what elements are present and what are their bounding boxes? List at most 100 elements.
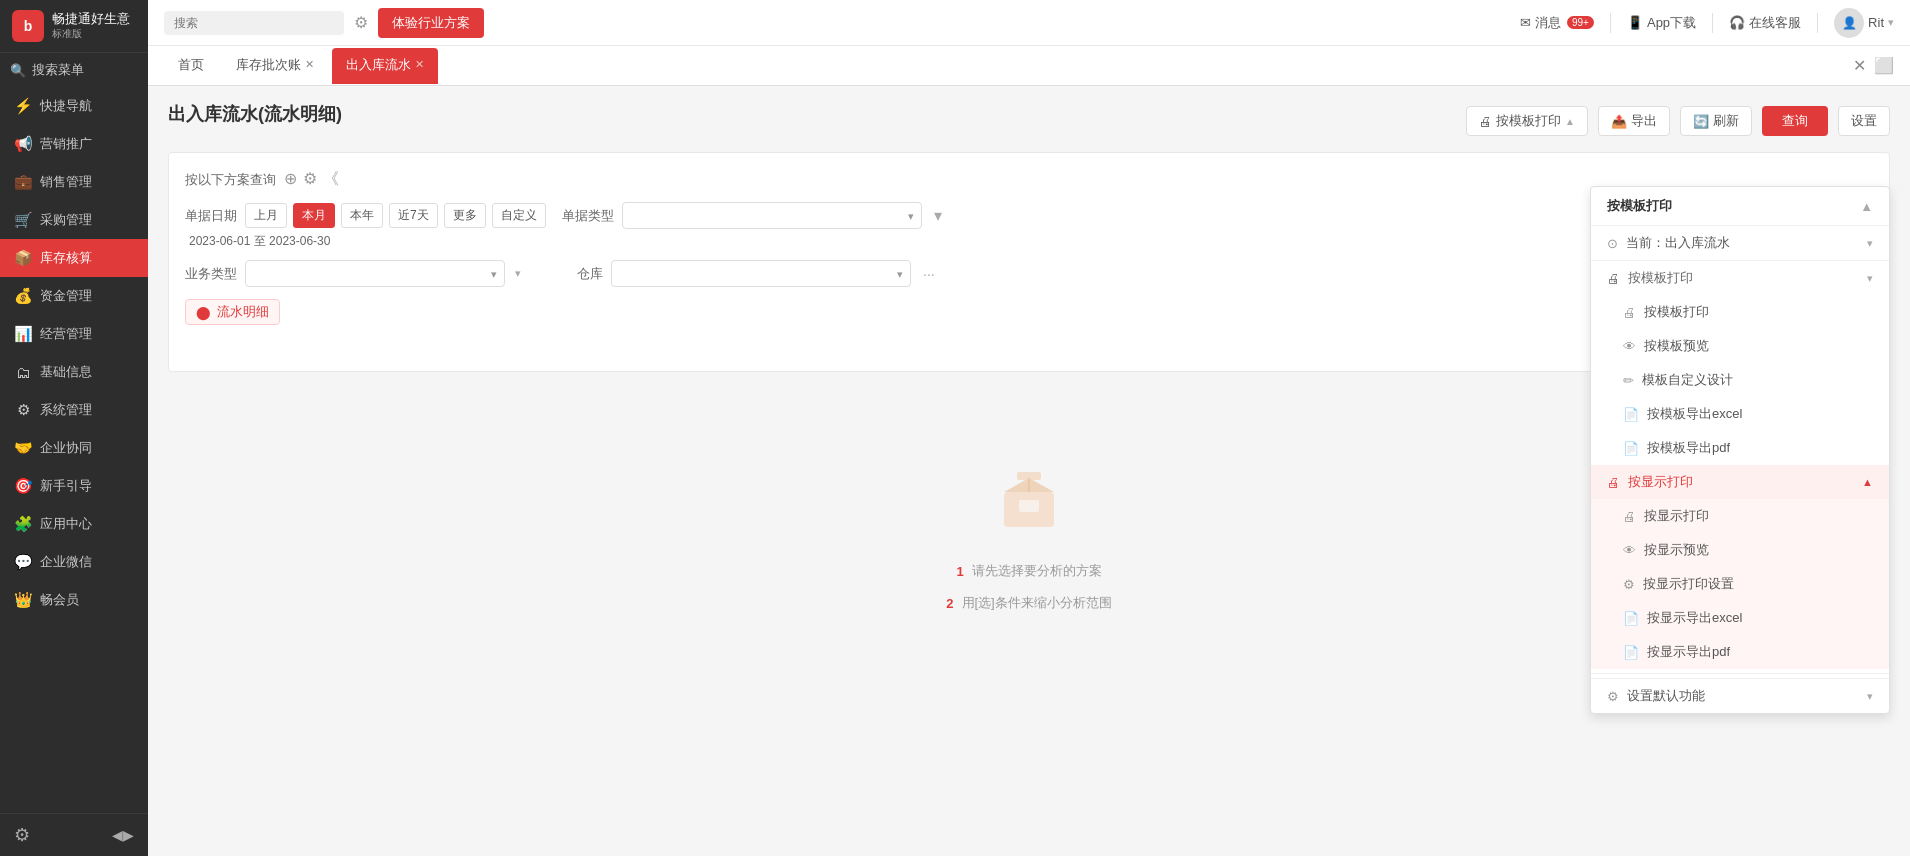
refresh-icon: 🔄 (1693, 114, 1709, 129)
print-btn[interactable]: 🖨 按模板打印 ▲ (1466, 106, 1588, 136)
template-export-pdf-item[interactable]: 📄 按模板导出pdf (1591, 431, 1889, 465)
current-template-icon: ⊙ (1607, 236, 1618, 251)
warehouse-more-icon[interactable]: ··· (923, 266, 935, 282)
date-btn-this-year[interactable]: 本年 (341, 203, 383, 228)
window-close-icon[interactable]: ✕ (1853, 56, 1866, 75)
template-print-item[interactable]: 🖨 按模板打印 (1591, 295, 1889, 329)
date-btn-custom[interactable]: 自定义 (492, 203, 546, 228)
tab-batch[interactable]: 库存批次账 ✕ (222, 48, 328, 84)
export-label: 导出 (1631, 112, 1657, 130)
sidebar-item-appcenter[interactable]: 🧩 应用中心 (0, 505, 148, 543)
tab-flowwater-label: 出入库流水 (346, 56, 411, 74)
topbar-search-input[interactable] (164, 11, 344, 35)
basic-icon: 🗂 (14, 364, 32, 381)
industry-btn[interactable]: 体验行业方案 (378, 8, 484, 38)
sidebar-item-purchase[interactable]: 🛒 采购管理 (0, 201, 148, 239)
business-dropdown-icon: ▾ (515, 267, 521, 280)
template-export-excel-item[interactable]: 📄 按模板导出excel (1591, 397, 1889, 431)
warehouse-select[interactable] (611, 260, 911, 287)
template-print-chevron: ▾ (1867, 272, 1873, 285)
sidebar-item-label: 系统管理 (40, 401, 92, 419)
app-download-label: App下载 (1647, 14, 1696, 32)
filter-header-label: 按以下方案查询 (185, 171, 276, 189)
footer-expand-icon: ▾ (1867, 690, 1873, 703)
user-name: Rit (1868, 15, 1884, 30)
appcenter-icon: 🧩 (14, 515, 32, 533)
svg-rect-4 (1017, 472, 1041, 480)
refresh-btn[interactable]: 🔄 刷新 (1680, 106, 1752, 136)
sidebar-item-member[interactable]: 👑 畅会员 (0, 581, 148, 619)
sidebar-item-inventory[interactable]: 📦 库存核算 (0, 239, 148, 277)
dropdown-current[interactable]: ⊙ 当前：出入库流水 ▾ (1591, 226, 1889, 261)
online-service-btn[interactable]: 🎧 在线客服 (1729, 14, 1801, 32)
date-btn-7days[interactable]: 近7天 (389, 203, 438, 228)
template-preview-item[interactable]: 👁 按模板预览 (1591, 329, 1889, 363)
doctype-more-icon[interactable]: ▾ (934, 206, 942, 225)
message-btn[interactable]: ✉ 消息 99+ (1520, 14, 1594, 32)
app-download-btn[interactable]: 📱 App下载 (1627, 14, 1696, 32)
display-print-item[interactable]: 🖨 按显示打印 (1591, 499, 1889, 533)
dropdown-footer[interactable]: ⚙ 设置默认功能 ▾ (1591, 678, 1889, 713)
finance-icon: 💰 (14, 287, 32, 305)
filter-add-icon[interactable]: ⊕ (284, 169, 297, 190)
sidebar-item-quick-nav[interactable]: ⚡ 快捷导航 (0, 87, 148, 125)
collapse-icon[interactable]: ◀▶ (112, 827, 134, 843)
sidebar-item-guide[interactable]: 🎯 新手引导 (0, 467, 148, 505)
tab-flowwater[interactable]: 出入库流水 ✕ (332, 48, 438, 84)
query-btn[interactable]: 查询 (1762, 106, 1828, 136)
sidebar-item-system[interactable]: ⚙ 系统管理 (0, 391, 148, 429)
system-icon: ⚙ (14, 401, 32, 419)
export-btn[interactable]: 📤 导出 (1598, 106, 1670, 136)
sidebar-item-wechat[interactable]: 💬 企业微信 (0, 543, 148, 581)
tab-flowwater-close[interactable]: ✕ (415, 58, 424, 71)
template-print-header[interactable]: 🖨 按模板打印 ▾ (1591, 261, 1889, 295)
template-print-item-label: 按模板打印 (1644, 303, 1709, 321)
sidebar-item-marketing[interactable]: 📢 营销推广 (0, 125, 148, 163)
filter-collapse-left-icon[interactable]: 《 (323, 169, 339, 190)
display-preview-item[interactable]: 👁 按显示预览 (1591, 533, 1889, 567)
user-avatar-area[interactable]: 👤 Rit ▾ (1834, 8, 1894, 38)
display-print-header[interactable]: 🖨 按显示打印 ▲ (1591, 465, 1889, 499)
sidebar-item-sales[interactable]: 💼 销售管理 (0, 163, 148, 201)
empty-num-2: 2 (946, 596, 953, 611)
topbar-left: ⚙ 体验行业方案 (164, 8, 484, 38)
sidebar-item-finance[interactable]: 💰 资金管理 (0, 277, 148, 315)
display-print-section-label: 按显示打印 (1628, 473, 1693, 491)
display-print-section: 🖨 按显示打印 ▲ 🖨 按显示打印 👁 按显示预览 ⚙ 按显示打印设置 (1591, 465, 1889, 669)
display-export-pdf-item[interactable]: 📄 按显示导出pdf (1591, 635, 1889, 669)
settings-icon[interactable]: ⚙ (14, 824, 30, 846)
filter-settings-icon[interactable]: ⚙ (303, 169, 317, 190)
filter-date-label: 单据日期 (185, 207, 237, 225)
business-select[interactable] (245, 260, 505, 287)
date-btn-more[interactable]: 更多 (444, 203, 486, 228)
print-label: 按模板打印 (1496, 112, 1561, 130)
topbar-gear-icon[interactable]: ⚙ (354, 13, 368, 32)
sidebar-search[interactable]: 🔍 搜索菜单 (0, 53, 148, 87)
doctype-select-wrapper (622, 202, 922, 229)
doctype-select[interactable] (622, 202, 922, 229)
window-maximize-icon[interactable]: ⬜ (1874, 56, 1894, 75)
tab-batch-close[interactable]: ✕ (305, 58, 314, 71)
date-btn-this-month[interactable]: 本月 (293, 203, 335, 228)
tab-home[interactable]: 首页 (164, 48, 218, 84)
sidebar-item-collab[interactable]: 🤝 企业协同 (0, 429, 148, 467)
display-export-excel-item[interactable]: 📄 按显示导出excel (1591, 601, 1889, 635)
dropdown-close-icon[interactable]: ▲ (1860, 199, 1873, 214)
display-print-settings-item[interactable]: ⚙ 按显示打印设置 (1591, 567, 1889, 601)
filter-doctype-label: 单据类型 (562, 207, 614, 225)
print-dropdown-panel: 按模板打印 ▲ ⊙ 当前：出入库流水 ▾ 🖨 按模板打印 ▾ (1590, 186, 1890, 714)
inventory-icon: 📦 (14, 249, 32, 267)
sidebar-item-basic[interactable]: 🗂 基础信息 (0, 353, 148, 391)
template-export-pdf-icon: 📄 (1623, 441, 1639, 456)
filter-warehouse-field: 仓库 ··· (577, 260, 935, 287)
user-dropdown-icon: ▾ (1888, 16, 1894, 29)
message-label: 消息 (1535, 14, 1561, 32)
template-custom-item[interactable]: ✏ 模板自定义设计 (1591, 363, 1889, 397)
date-btn-last-month[interactable]: 上月 (245, 203, 287, 228)
page-title: 出入库流水(流水明细) (168, 102, 342, 126)
sidebar-item-label: 营销推广 (40, 135, 92, 153)
sidebar-item-operation[interactable]: 📊 经营管理 (0, 315, 148, 353)
sidebar-item-label: 基础信息 (40, 363, 92, 381)
template-print-section: 🖨 按模板打印 ▾ 🖨 按模板打印 👁 按模板预览 ✏ 模板自定义设计 (1591, 261, 1889, 465)
setting-btn[interactable]: 设置 (1838, 106, 1890, 136)
